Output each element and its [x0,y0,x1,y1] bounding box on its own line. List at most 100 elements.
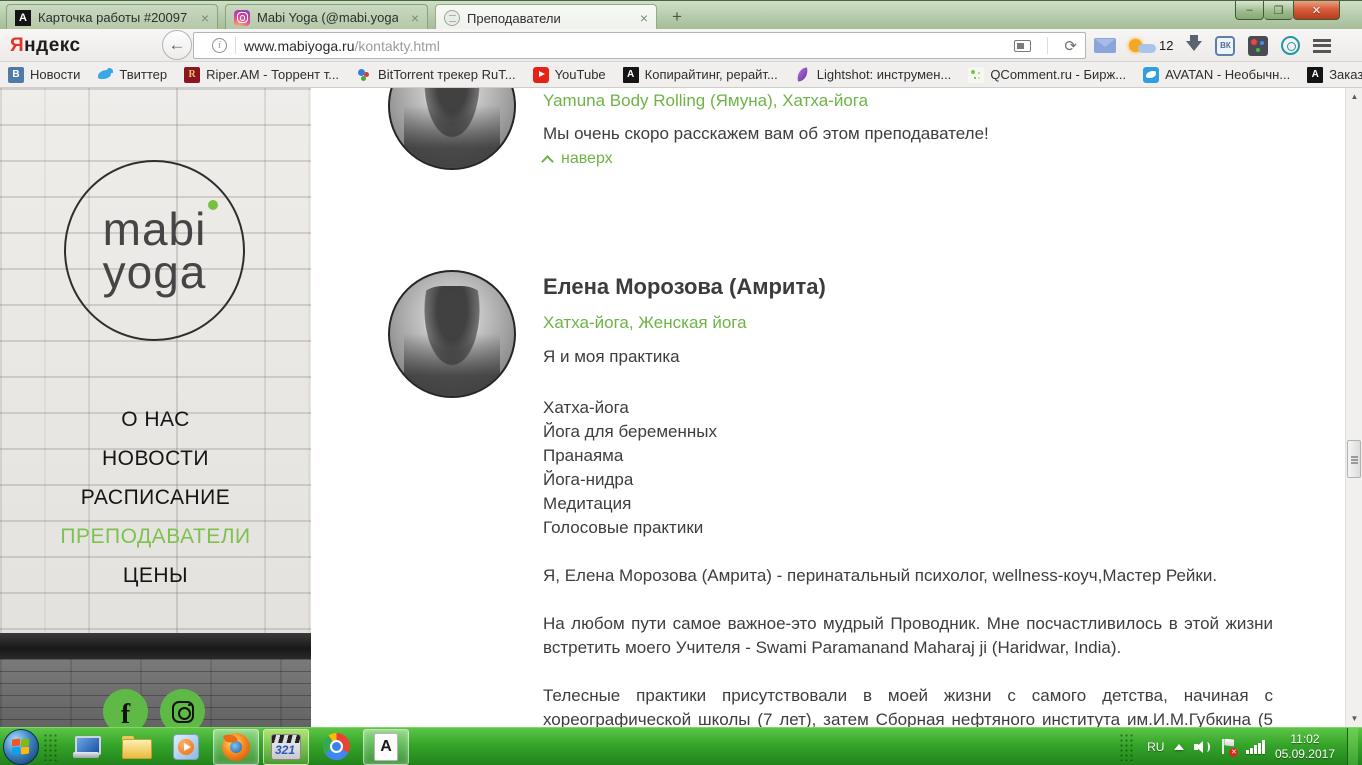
sidebar-item-prepodavateli[interactable]: ПРЕПОДАВАТЕЛИ [0,517,311,556]
tab-prepodavateli-active[interactable]: Преподаватели × [435,4,657,31]
media-player-icon [173,733,199,760]
instagram-button[interactable] [160,689,205,727]
vertical-scrollbar[interactable]: ▲ ▼ [1345,88,1362,727]
page-viewport: mabi yoga О НАС НОВОСТИ РАСПИСАНИЕ ПРЕПО… [0,88,1362,727]
bookmark-label: Копирайтинг, рерайт... [644,67,778,82]
bookmark-zakaz[interactable]: A Заказ 12784796 / 190.... [1307,66,1362,83]
minimize-button[interactable]: – [1235,1,1264,20]
taskbar-firefox-active[interactable] [213,728,259,765]
practices-list: Хатха-йога Йога для беременных Пранаяма … [543,396,717,540]
tab-close-icon[interactable]: × [634,10,648,26]
practice-item: Йога-нидра [543,470,634,489]
scrollbar-down-arrow[interactable]: ▼ [1346,710,1362,727]
action-center-flag-icon[interactable]: ✕ [1220,738,1239,757]
bookmark-qcomment[interactable]: QComment.ru - Бирж... [968,66,1126,83]
reload-icon[interactable]: ⟳ [1064,37,1077,55]
start-button[interactable] [3,728,39,765]
mpc-321-glyph: 321 [275,742,296,757]
hamburger-menu-icon[interactable] [1313,38,1332,53]
practice-item: Хатха-йога [543,398,629,417]
yandex-disk-icon[interactable] [1281,36,1301,55]
hidden-icons-arrow[interactable] [1174,743,1185,750]
tab-close-icon[interactable]: × [195,10,209,26]
taskbar-chrome[interactable] [313,729,359,765]
photos-extension-icon[interactable] [1248,35,1269,56]
logo-line-2: yoga [102,245,207,298]
instagram-favicon [234,9,250,26]
download-icon[interactable] [1186,34,1203,51]
taskbar-mpc-active[interactable]: 321 [263,728,309,765]
instagram-camera-icon [171,700,194,723]
sidebar-item-novosti[interactable]: НОВОСТИ [0,439,311,478]
bookmark-twitter[interactable]: Твиттер [97,67,167,83]
show-desktop-button[interactable] [1347,727,1358,765]
scrollbar-thumb[interactable] [1347,440,1361,478]
new-tab-button[interactable]: + [664,6,690,28]
back-to-top-link[interactable]: наверх [541,150,613,168]
advego-a-icon: A [1307,66,1324,83]
teacher-specialties[interactable]: Хатха-йога, Женская йога [543,313,747,333]
windows-logo-icon [12,738,30,755]
tab-close-icon[interactable]: × [405,10,419,26]
address-bar[interactable]: i www.mabiyoga.ru /kontakty.html ⟳ [193,32,1086,59]
bookmark-youtube[interactable]: YouTube [532,66,606,83]
taskbar-separator [1119,732,1134,761]
bookmark-advego-copywriting[interactable]: A Копирайтинг, рерайт... [622,66,778,83]
weather-widget[interactable]: 12 [1129,38,1173,53]
sidebar-item-tseny[interactable]: ЦЕНЫ [0,556,311,595]
tab-advego-work-card[interactable]: A Карточка работы #20097636 × [6,4,218,30]
bookmark-avatan[interactable]: AVATAN - Необычн... [1143,66,1290,83]
riper-r-icon: R [184,66,201,83]
tab-title: Mabi Yoga (@mabi.yoga) • Ф [257,10,398,25]
facebook-button[interactable]: f [103,689,148,727]
teacher-paragraph: Я, Елена Морозова (Амрита) - перинатальн… [543,566,1218,585]
sidebar-item-raspisanie[interactable]: РАСПИСАНИЕ [0,478,311,517]
clock-time: 11:02 [1290,731,1320,746]
chrome-icon [322,733,350,760]
taskbar-advego-app-active[interactable]: A [363,728,409,765]
vk-icon[interactable]: ВК [1215,35,1236,56]
taskbar-remote-desktop[interactable] [63,729,109,765]
bookmark-novosti[interactable]: В Новости [8,66,81,83]
bookmark-label: YouTube [554,67,606,82]
yandex-logo[interactable]: Яндекс [10,35,81,57]
tab-title: Карточка работы #20097636 [38,10,188,25]
taskbar-explorer[interactable] [113,729,159,765]
cloud-icon [1138,44,1156,53]
bookmark-rutracker[interactable]: BitTorrent трекер RuT... [356,67,516,83]
bookmark-riper[interactable]: R Riper.AM - Торрент т... [184,66,339,83]
teacher-photo [388,270,516,398]
clock-date: 05.09.2017 [1274,746,1335,761]
twitter-bird-icon [97,67,114,83]
back-button[interactable]: ← [162,30,192,60]
bookmark-lightshot[interactable]: Lightshot: инструмен... [795,67,952,83]
window-controls: – ❐ ✕ [1235,1,1340,20]
teacher-intro: Я и моя практика [543,347,680,366]
restore-button[interactable]: ❐ [1264,1,1293,20]
teacher-paragraph: На любом пути самое важное-это мудрый Пр… [543,614,1273,657]
close-window-button[interactable]: ✕ [1293,1,1340,20]
advego-favicon: A [15,9,31,26]
bookmark-label: Новости [30,67,81,82]
tab-instagram-mabi-yoga[interactable]: Mabi Yoga (@mabi.yoga) • Ф × [225,4,428,30]
logo-green-dot [208,200,218,210]
baseboard [0,633,311,659]
taskbar-clock[interactable]: 11:02 05.09.2017 [1275,732,1335,762]
scrollbar-up-arrow[interactable]: ▲ [1346,88,1362,105]
reader-mode-icon[interactable] [1014,39,1032,52]
site-info-icon[interactable]: i [212,38,227,53]
mabi-yoga-favicon [444,10,460,26]
teacher-specialties[interactable]: Yamuna Body Rolling (Ямуна), Хатха-йога [543,91,868,111]
sidebar-item-o-nas[interactable]: О НАС [0,400,311,439]
bookmark-label: Lightshot: инструмен... [816,67,952,82]
taskbar-media-player[interactable] [163,729,209,765]
language-indicator[interactable]: RU [1147,740,1164,754]
mabi-yoga-logo[interactable]: mabi yoga [64,160,245,341]
tab-bar: A Карточка работы #20097636 × Mabi Yoga … [0,0,1362,31]
document-a-icon: A [374,732,398,761]
url-host: www.mabiyoga.ru [244,37,355,54]
mail-icon[interactable] [1094,38,1116,53]
tab-title: Преподаватели [467,10,561,26]
network-signal-icon[interactable] [1246,739,1265,754]
volume-icon[interactable] [1194,740,1211,754]
